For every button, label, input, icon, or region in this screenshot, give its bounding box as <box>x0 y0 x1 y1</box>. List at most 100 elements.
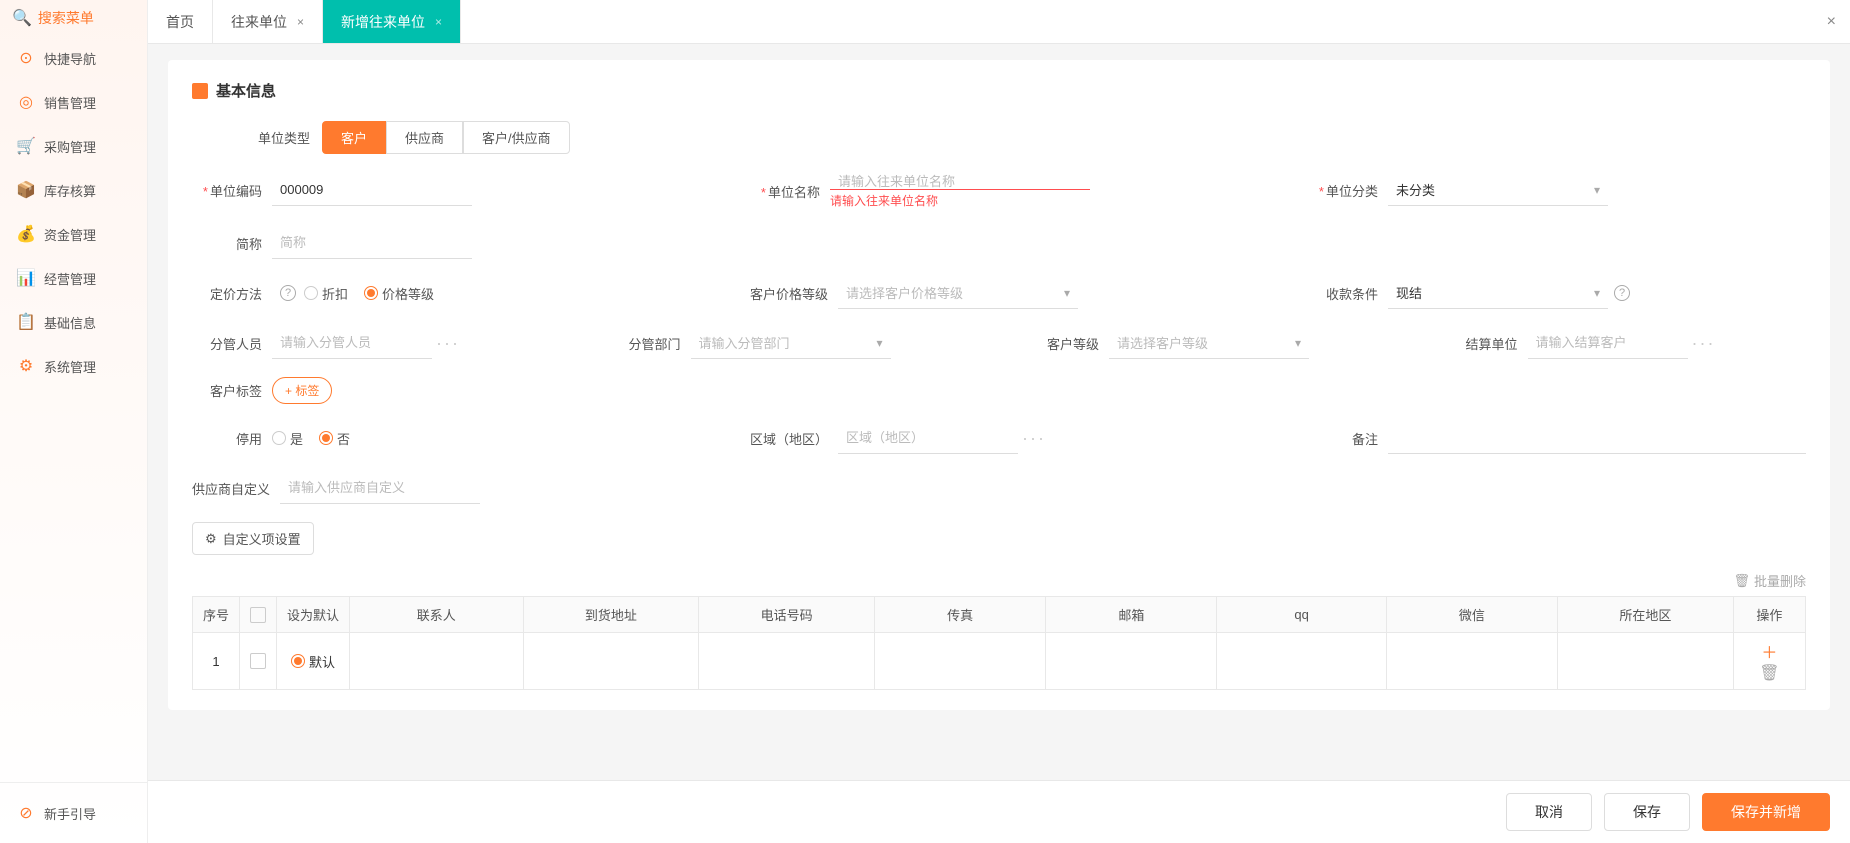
system-icon: ⚙ <box>16 356 36 376</box>
abbr-input[interactable] <box>272 227 472 259</box>
del-row-btn[interactable]: 🗑 <box>1755 665 1783 682</box>
tag-add-btn[interactable]: + 标签 <box>272 377 332 404</box>
row-checkbox[interactable] <box>250 653 266 669</box>
tab-add-partner-close[interactable]: × <box>435 15 442 29</box>
region-label: 区域（地区） <box>750 429 838 448</box>
pricing-radio-group: 折扣 价格等级 <box>304 284 434 303</box>
row-default-circle <box>291 654 305 668</box>
customer-price-level-select[interactable]: 请选择客户价格等级 ▾ <box>838 277 1078 309</box>
sidebar-item-guide[interactable]: ⊘ 新手引导 <box>0 791 147 835</box>
radio-discount-label: 折扣 <box>322 284 348 303</box>
sidebar-item-quick-nav[interactable]: ⊙ 快捷导航 <box>0 36 147 80</box>
sidebar-item-label: 资金管理 <box>44 225 96 244</box>
unit-type-both-btn[interactable]: 客户/供应商 <box>463 121 570 154</box>
row-fax[interactable] <box>874 633 1045 690</box>
footer-bar: 取消 保存 保存并新增 <box>148 780 1850 843</box>
location-input[interactable] <box>1568 654 1723 669</box>
tab-partner-list[interactable]: 往来单位 × <box>213 0 323 43</box>
radio-discount-circle <box>304 286 318 300</box>
field-pricing-method: 定价方法 ? 折扣 价格等级 <box>192 284 690 303</box>
field-settlement-unit: 结算单位 ··· <box>1448 327 1807 359</box>
region-more-btn[interactable]: ··· <box>1018 428 1050 449</box>
custom-settings-btn[interactable]: ⚙ 自定义项设置 <box>192 522 314 555</box>
unit-category-select[interactable]: 未分类 ▾ <box>1388 174 1608 206</box>
settlement-unit-input[interactable] <box>1528 327 1688 359</box>
fax-input[interactable] <box>885 654 1035 669</box>
row-default-radio[interactable]: 默认 <box>287 652 339 671</box>
sidebar-item-sales[interactable]: ◎ 销售管理 <box>0 80 147 124</box>
sidebar-item-finance[interactable]: 💰 资金管理 <box>0 212 147 256</box>
unit-type-supplier-btn[interactable]: 供应商 <box>386 121 463 154</box>
payment-terms-label: 收款条件 <box>1308 284 1388 303</box>
sidebar-item-label: 快捷导航 <box>44 49 96 68</box>
manager-input[interactable] <box>272 327 432 359</box>
manager-label: 分管人员 <box>192 334 272 353</box>
contacts-table: 序号 设为默认 联系人 到货地址 电话号码 传真 邮箱 qq 微信 所在地区 操… <box>192 596 1806 690</box>
tab-add-partner[interactable]: 新增往来单位 × <box>323 0 461 43</box>
row-contact[interactable] <box>350 633 523 690</box>
field-disable: 停用 是 否 <box>192 429 690 448</box>
wechat-input[interactable] <box>1397 654 1547 669</box>
settlement-unit-more-btn[interactable]: ··· <box>1688 333 1720 354</box>
sidebar-item-purchase[interactable]: 🛒 采购管理 <box>0 124 147 168</box>
customer-level-select[interactable]: 请选择客户等级 ▾ <box>1109 327 1309 359</box>
phone-input[interactable] <box>709 654 864 669</box>
manager-more-btn[interactable]: ··· <box>432 333 464 354</box>
row-location[interactable] <box>1558 633 1734 690</box>
row-checkbox-cell <box>240 633 277 690</box>
batch-delete-area[interactable]: 🗑 批量删除 <box>192 571 1806 590</box>
sidebar-item-operation[interactable]: 📊 经营管理 <box>0 256 147 300</box>
supplier-custom-input[interactable] <box>280 472 480 504</box>
unit-code-input[interactable] <box>272 174 472 206</box>
save-button[interactable]: 保存 <box>1604 793 1690 831</box>
email-input[interactable] <box>1056 654 1206 669</box>
region-input[interactable] <box>838 422 1018 454</box>
basic-icon: 📋 <box>16 312 36 332</box>
tab-home[interactable]: 首页 <box>148 0 213 43</box>
save-new-button[interactable]: 保存并新增 <box>1702 793 1830 831</box>
payment-terms-select[interactable]: 现结 ▾ <box>1388 277 1608 309</box>
dept-label: 分管部门 <box>611 334 691 353</box>
pricing-help-icon[interactable]: ? <box>280 285 296 301</box>
window-close-btn[interactable]: × <box>1813 13 1850 31</box>
customer-tag-label: 客户标签 <box>192 381 272 400</box>
quick-nav-icon: ⊙ <box>16 48 36 68</box>
radio-discount[interactable]: 折扣 <box>304 284 348 303</box>
radio-yes[interactable]: 是 <box>272 429 303 448</box>
row-phone[interactable] <box>699 633 875 690</box>
search-menu[interactable]: 🔍 搜索菜单 <box>0 0 147 36</box>
sidebar-item-inventory[interactable]: 📦 库存核算 <box>0 168 147 212</box>
tab-partner-list-close[interactable]: × <box>297 15 304 29</box>
th-phone: 电话号码 <box>699 597 875 633</box>
sidebar-item-basic[interactable]: 📋 基础信息 <box>0 300 147 344</box>
section-title-label: 基本信息 <box>216 80 276 101</box>
sales-icon: ◎ <box>16 92 36 112</box>
sidebar-item-system[interactable]: ⚙ 系统管理 <box>0 344 147 388</box>
row-delivery-addr[interactable] <box>523 633 699 690</box>
cancel-button[interactable]: 取消 <box>1506 793 1592 831</box>
field-dept: 分管部门 请输入分管部门 ▾ <box>611 327 970 359</box>
radio-level[interactable]: 价格等级 <box>364 284 434 303</box>
add-row-btn[interactable]: ＋ <box>1757 645 1781 662</box>
customer-price-level-placeholder: 请选择客户价格等级 <box>846 283 1060 302</box>
th-region: 所在地区 <box>1558 597 1734 633</box>
payment-terms-help-icon[interactable]: ? <box>1614 285 1630 301</box>
row-email[interactable] <box>1046 633 1217 690</box>
unit-name-input[interactable] <box>830 174 1090 190</box>
main-area: 首页 往来单位 × 新增往来单位 × × 基本信息 单位类型 客户 供应商 客户… <box>148 0 1850 843</box>
sidebar-item-label: 经营管理 <box>44 269 96 288</box>
row-qq[interactable] <box>1217 633 1386 690</box>
row-wechat[interactable] <box>1386 633 1557 690</box>
table-header-checkbox[interactable] <box>250 607 266 623</box>
sidebar-item-label: 基础信息 <box>44 313 96 332</box>
remark-input[interactable] <box>1388 422 1806 454</box>
radio-no[interactable]: 否 <box>319 429 350 448</box>
unit-type-customer-btn[interactable]: 客户 <box>322 121 386 154</box>
dept-select[interactable]: 请输入分管部门 ▾ <box>691 327 891 359</box>
form-row-supplier-custom: 供应商自定义 <box>192 472 1806 504</box>
unit-name-error: 请输入往来单位名称 <box>830 192 1248 209</box>
qq-input[interactable] <box>1227 654 1375 669</box>
contact-input[interactable] <box>360 654 512 669</box>
delivery-addr-input[interactable] <box>534 654 689 669</box>
row-seq: 1 <box>193 633 240 690</box>
